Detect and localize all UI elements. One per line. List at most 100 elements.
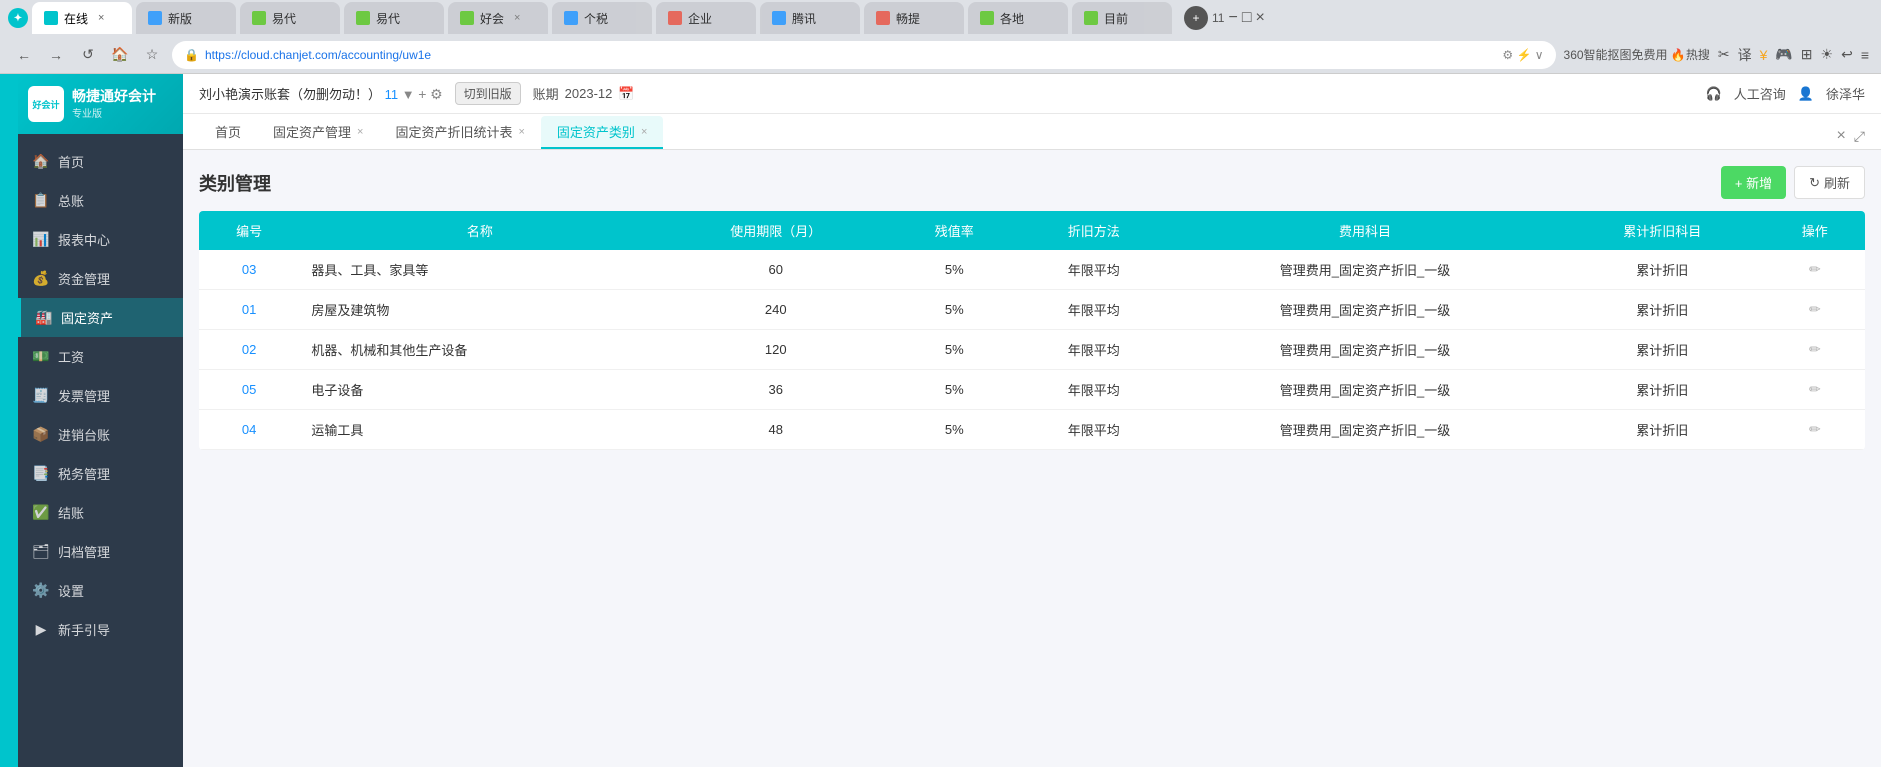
cell-action-4[interactable]: ✏ xyxy=(1765,410,1865,450)
sidebar-item-home[interactable]: 🏠 首页 xyxy=(18,142,183,181)
page-tab-category[interactable]: 固定资产类别 × xyxy=(541,116,663,149)
period-label-text: 账期 xyxy=(533,84,559,103)
cell-method-2: 年限平均 xyxy=(1017,330,1169,370)
sidebar-item-settlement[interactable]: ✅ 结账 xyxy=(18,493,183,532)
page-tab-depreciation-close[interactable]: × xyxy=(518,126,524,138)
cell-action-2[interactable]: ✏ xyxy=(1765,330,1865,370)
cell-code-4[interactable]: 04 xyxy=(199,410,299,450)
sidebar-item-report[interactable]: 📊 报表中心 xyxy=(18,220,183,259)
cell-residual-4: 5% xyxy=(891,410,1017,450)
salary-icon: 💵 xyxy=(32,348,50,366)
settlement-icon: ✅ xyxy=(32,504,50,522)
cell-action-3[interactable]: ✏ xyxy=(1765,370,1865,410)
page-tab-home[interactable]: 首页 xyxy=(199,116,257,149)
cell-period-4: 48 xyxy=(660,410,891,450)
tab-favicon-4 xyxy=(356,11,370,25)
game-icon[interactable]: 🎮 xyxy=(1775,46,1792,63)
sidebar-item-archive[interactable]: 🗂 归档管理 xyxy=(18,532,183,571)
fixed-asset-icon: 🏭 xyxy=(35,309,53,327)
sidebar-item-invoice[interactable]: 🧾 发票管理 xyxy=(18,376,183,415)
page-tab-fixed-asset-mgmt[interactable]: 固定资产管理 × xyxy=(257,116,379,149)
browser-tab-7[interactable]: 企业 xyxy=(656,2,756,34)
sidebar-item-fund[interactable]: 💰 资金管理 xyxy=(18,259,183,298)
left-accent-strip xyxy=(0,74,18,767)
new-tab-button[interactable]: + xyxy=(1184,6,1208,30)
page-tab-fixed-asset-mgmt-close[interactable]: × xyxy=(357,126,363,138)
minimize-button[interactable]: − xyxy=(1228,9,1237,27)
sidebar-item-inventory[interactable]: 📦 进销台账 xyxy=(18,415,183,454)
menu-icon[interactable]: ≡ xyxy=(1861,47,1869,63)
page-tab-category-close[interactable]: × xyxy=(641,126,647,138)
forward-button[interactable]: → xyxy=(44,43,68,67)
brightness-icon[interactable]: ☀ xyxy=(1821,46,1834,63)
edit-icon-1[interactable]: ✏ xyxy=(1809,301,1821,317)
period-value: 2023-12 xyxy=(565,86,613,101)
plus-icon[interactable]: + xyxy=(418,86,426,102)
tab-favicon-1 xyxy=(44,11,58,25)
browser-tab-5[interactable]: 好会 × xyxy=(448,2,548,34)
undo-icon[interactable]: ↩ xyxy=(1841,46,1853,63)
edit-icon-3[interactable]: ✏ xyxy=(1809,381,1821,397)
app-name: 畅捷通好会计 xyxy=(72,88,156,105)
browser-tab-6[interactable]: 个税 xyxy=(552,2,652,34)
coin-icon[interactable]: ¥ xyxy=(1760,47,1768,63)
browser-tab-9[interactable]: 畅提 xyxy=(864,2,964,34)
browser-tab-2[interactable]: 新版 xyxy=(136,2,236,34)
user-name-text: 刘小艳演示账套（勿删勿动！） xyxy=(199,87,381,102)
add-button[interactable]: + 新增 xyxy=(1721,166,1786,199)
switch-to-old-button[interactable]: 切到旧版 xyxy=(455,82,521,105)
user-count-badge[interactable]: 11 xyxy=(385,87,399,102)
calendar-icon[interactable]: 📅 xyxy=(618,86,634,102)
browser-tab-10[interactable]: 各地 xyxy=(968,2,1068,34)
tab-count-badge[interactable]: 11 xyxy=(1212,11,1224,25)
tab-close-1[interactable]: × xyxy=(98,12,104,24)
cell-accumulated-1: 累计折旧 xyxy=(1560,290,1765,330)
main-content: 刘小艳演示账套（勿删勿动！） 11 ▼ + ⚙ 切到旧版 账期 2023-12 … xyxy=(183,74,1881,767)
sidebar-item-tax[interactable]: 📑 税务管理 xyxy=(18,454,183,493)
search-text[interactable]: 360智能抠图免费用 🔥热搜 xyxy=(1564,46,1710,63)
sidebar-item-fixed-asset[interactable]: 🏭 固定资产 xyxy=(18,298,183,337)
refresh-button[interactable]: ↻ 刷新 xyxy=(1794,166,1865,199)
sidebar-label-fund: 资金管理 xyxy=(58,269,110,288)
window-close-icon[interactable]: × xyxy=(1836,127,1845,145)
browser-tab-11[interactable]: 目前 xyxy=(1072,2,1172,34)
window-expand-icon[interactable]: ⤢ xyxy=(1854,128,1865,145)
cell-code-3[interactable]: 05 xyxy=(199,370,299,410)
support-label[interactable]: 人工咨询 xyxy=(1734,84,1786,103)
back-button[interactable]: ← xyxy=(12,43,36,67)
browser-tab-8[interactable]: 腾讯 xyxy=(760,2,860,34)
gear-icon[interactable]: ⚙ xyxy=(430,86,443,102)
sidebar-item-salary[interactable]: 💵 工资 xyxy=(18,337,183,376)
page-tab-depreciation[interactable]: 固定资产折旧统计表 × xyxy=(379,116,540,149)
maximize-button[interactable]: □ xyxy=(1242,9,1252,27)
cell-action-1[interactable]: ✏ xyxy=(1765,290,1865,330)
bookmark-button[interactable]: ☆ xyxy=(140,43,164,67)
cell-code-2[interactable]: 02 xyxy=(199,330,299,370)
cell-action-0[interactable]: ✏ xyxy=(1765,250,1865,290)
ssl-icon: 🔒 xyxy=(184,48,199,62)
grid-icon[interactable]: ⊞ xyxy=(1801,46,1813,63)
scissors-icon[interactable]: ✂ xyxy=(1718,46,1730,63)
browser-tab-active[interactable]: 在线 × xyxy=(32,2,132,34)
edit-icon-2[interactable]: ✏ xyxy=(1809,341,1821,357)
cell-accumulated-0: 累计折旧 xyxy=(1560,250,1765,290)
url-bar[interactable]: 🔒 https://cloud.chanjet.com/accounting/u… xyxy=(172,41,1556,69)
dropdown-icon[interactable]: ▼ xyxy=(402,87,415,102)
refresh-icon: ↻ xyxy=(1809,175,1820,191)
sidebar-item-settings[interactable]: ⚙️ 设置 xyxy=(18,571,183,610)
tab-close-5[interactable]: × xyxy=(514,12,520,24)
edit-icon-0[interactable]: ✏ xyxy=(1809,261,1821,277)
tax-icon: 📑 xyxy=(32,465,50,483)
sidebar-item-guide[interactable]: ▶ 新手引导 xyxy=(18,610,183,649)
browser-tab-3[interactable]: 易代 xyxy=(240,2,340,34)
edit-icon-4[interactable]: ✏ xyxy=(1809,421,1821,437)
cell-code-1[interactable]: 01 xyxy=(199,290,299,330)
home-button[interactable]: 🏠 xyxy=(108,43,132,67)
cell-code-0[interactable]: 03 xyxy=(199,250,299,290)
close-button[interactable]: × xyxy=(1255,9,1264,27)
sidebar-item-ledger[interactable]: 📋 总账 xyxy=(18,181,183,220)
cell-residual-3: 5% xyxy=(891,370,1017,410)
translate-icon[interactable]: 译 xyxy=(1738,45,1752,65)
reload-button[interactable]: ↺ xyxy=(76,43,100,67)
browser-tab-4[interactable]: 易代 xyxy=(344,2,444,34)
